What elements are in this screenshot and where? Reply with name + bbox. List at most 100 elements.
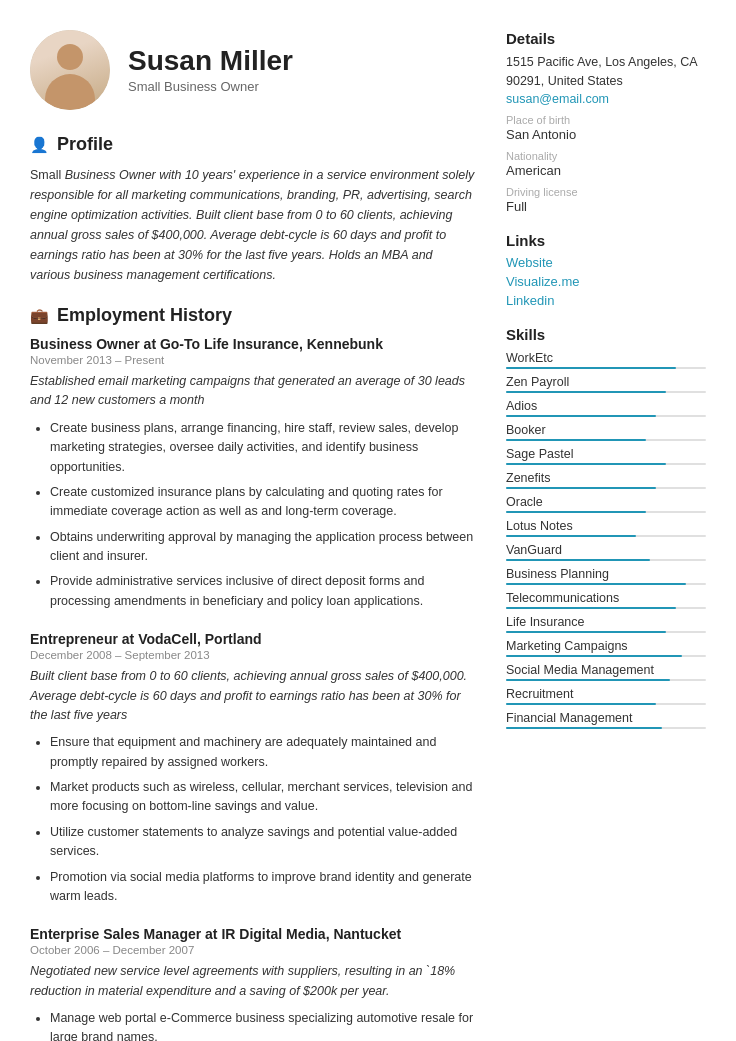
skill-bar-bg [506,535,706,537]
skill-bar-bg [506,487,706,489]
job-summary: Negotiated new service level agreements … [30,962,476,1001]
skill-item: Life Insurance [506,615,706,633]
skill-bar-fill [506,727,662,729]
employment-title: Employment History [57,305,232,326]
skill-name: Lotus Notes [506,519,706,533]
link-item[interactable]: Website [506,255,706,270]
list-item: Promotion via social media platforms to … [50,868,476,907]
skill-bar-bg [506,415,706,417]
skill-bar-bg [506,655,706,657]
skill-name: Social Media Management [506,663,706,677]
avatar [30,30,110,110]
candidate-name: Susan Miller [128,46,293,77]
skill-bar-bg [506,463,706,465]
resume-container: Susan Miller Small Business Owner 👤 Prof… [0,0,736,1041]
list-item: Provide administrative services inclusiv… [50,572,476,611]
skill-item: Zen Payroll [506,375,706,393]
detail-address: 1515 Pacific Ave, Los Angeles, CA 90291,… [506,53,706,91]
details-section: Details 1515 Pacific Ave, Los Angeles, C… [506,30,706,214]
job-title: Entrepreneur at VodaCell, Portland [30,631,476,647]
profile-text: Small Business Owner with 10 years' expe… [30,165,476,285]
detail-email[interactable]: susan@email.com [506,92,609,106]
job-item: Enterprise Sales Manager at IR Digital M… [30,926,476,1041]
list-item: Obtains underwriting approval by managin… [50,528,476,567]
details-title: Details [506,30,706,47]
skill-name: Zen Payroll [506,375,706,389]
skill-bar-bg [506,439,706,441]
nationality-value: American [506,163,706,178]
link-item[interactable]: Visualize.me [506,274,706,289]
skill-bar-fill [506,583,686,585]
skill-item: Adios [506,399,706,417]
skill-bar-fill [506,391,666,393]
skill-bar-bg [506,367,706,369]
skill-item: VanGuard [506,543,706,561]
skill-bar-bg [506,391,706,393]
job-item: Business Owner at Go-To Life Insurance, … [30,336,476,611]
skill-bar-fill [506,535,636,537]
list-item: Market products such as wireless, cellul… [50,778,476,817]
links-container: Website Visualize.me Linkedin [506,255,706,308]
job-item: Entrepreneur at VodaCell, Portland Decemb… [30,631,476,906]
skill-bar-fill [506,415,656,417]
job-bullets: Ensure that equipment and machinery are … [30,733,476,906]
skill-name: VanGuard [506,543,706,557]
skill-name: Telecommunications [506,591,706,605]
skill-item: Telecommunications [506,591,706,609]
profile-text-italic: Business Owner with 10 years' experience… [30,168,474,282]
skill-item: Lotus Notes [506,519,706,537]
skills-section: Skills WorkEtcZen PayrollAdiosBookerSage… [506,326,706,729]
profile-title: Profile [57,134,113,155]
skill-bar-fill [506,679,670,681]
job-dates: November 2013 – Present [30,354,476,366]
skill-name: Zenefits [506,471,706,485]
profile-section-header: 👤 Profile [30,134,476,155]
skill-bar-fill [506,511,646,513]
skill-bar-bg [506,583,706,585]
skills-title: Skills [506,326,706,343]
link-item[interactable]: Linkedin [506,293,706,308]
candidate-subtitle: Small Business Owner [128,79,293,94]
skill-bar-bg [506,559,706,561]
employment-section-header: 💼 Employment History [30,305,476,326]
skill-bar-fill [506,487,656,489]
list-item: Manage web portal e-Commerce business sp… [50,1009,476,1041]
job-title: Enterprise Sales Manager at IR Digital M… [30,926,476,942]
skill-bar-fill [506,559,650,561]
skill-bar-bg [506,607,706,609]
skill-bar-fill [506,631,666,633]
job-bullets: Manage web portal e-Commerce business sp… [30,1009,476,1041]
skill-name: Oracle [506,495,706,509]
employment-icon: 💼 [30,307,49,325]
job-dates: October 2006 – December 2007 [30,944,476,956]
skill-item: Marketing Campaigns [506,639,706,657]
skill-name: Adios [506,399,706,413]
skill-item: Social Media Management [506,663,706,681]
skill-name: Financial Management [506,711,706,725]
skill-bar-fill [506,439,646,441]
skill-item: WorkEtc [506,351,706,369]
job-dates: December 2008 – September 2013 [30,649,476,661]
skill-bar-bg [506,727,706,729]
list-item: Utilize customer statements to analyze s… [50,823,476,862]
skill-item: Zenefits [506,471,706,489]
profile-icon: 👤 [30,136,49,154]
links-section: Links WebsiteVisualize.meLinkedin [506,232,706,308]
list-item: Ensure that equipment and machinery are … [50,733,476,772]
profile-text-normal: Small [30,168,65,182]
driving-license-value: Full [506,199,706,214]
skill-bar-fill [506,703,656,705]
driving-license-label: Driving license [506,186,706,198]
skill-item: Financial Management [506,711,706,729]
job-bullets: Create business plans, arrange financing… [30,419,476,611]
skill-name: Business Planning [506,567,706,581]
skill-item: Booker [506,423,706,441]
job-title: Business Owner at Go-To Life Insurance, … [30,336,476,352]
skill-name: Recruitment [506,687,706,701]
skills-container: WorkEtcZen PayrollAdiosBookerSage Pastel… [506,351,706,729]
skill-name: Life Insurance [506,615,706,629]
skill-bar-bg [506,631,706,633]
skill-bar-bg [506,679,706,681]
skill-item: Recruitment [506,687,706,705]
resume-header: Susan Miller Small Business Owner [30,30,476,110]
